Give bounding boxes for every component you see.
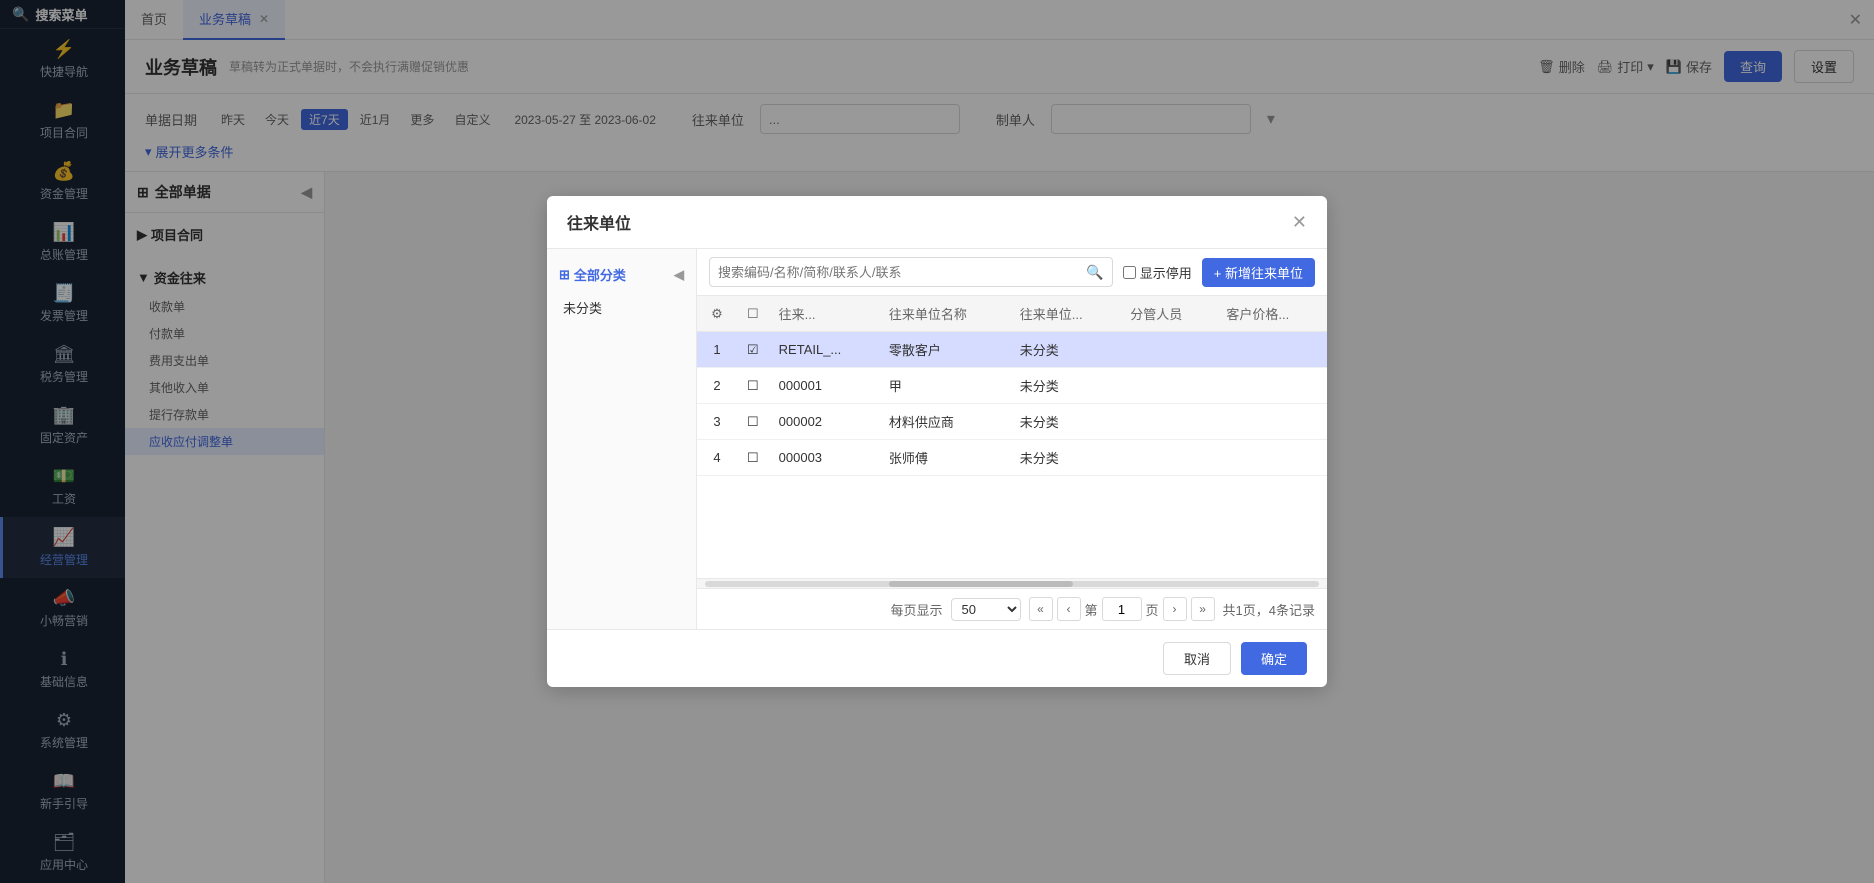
row-check[interactable]: ☐ — [737, 368, 769, 404]
row-seq: 1 — [697, 332, 737, 368]
prev-page-button[interactable]: ‹ — [1057, 597, 1081, 621]
modal-table: ⚙ ☐ 往来... 往来单位名称 往来单位... 分管人员 客户价格... — [697, 296, 1327, 578]
row-name: 材料供应商 — [879, 404, 1010, 440]
col-check-header[interactable]: ☐ — [737, 296, 769, 332]
modal-sidebar: ⊞ 全部分类 ◀ 未分类 — [547, 249, 697, 629]
modal-sidebar-title: 全部分类 — [574, 265, 626, 284]
modal-search-box: 🔍 — [709, 257, 1113, 287]
page-size-select[interactable]: 50 100 — [951, 598, 1021, 621]
modal-close-icon[interactable]: ✕ — [1292, 212, 1307, 233]
row-seq: 2 — [697, 368, 737, 404]
next-page-button[interactable]: › — [1163, 597, 1187, 621]
page-number-input[interactable] — [1102, 597, 1142, 621]
scrollbar-track — [705, 581, 1319, 587]
row-category: 未分类 — [1010, 368, 1121, 404]
row-code: 000001 — [769, 368, 879, 404]
modal-overlay: 往来单位 ✕ ⊞ 全部分类 ◀ 未分类 🔍 — [0, 0, 1874, 883]
row-name: 张师傅 — [879, 440, 1010, 476]
show-disabled-label: 显示停用 — [1140, 263, 1192, 282]
page-size-label: 每页显示 — [890, 600, 942, 619]
modal-toolbar: 🔍 显示停用 + 新增往来单位 — [697, 249, 1327, 296]
row-check[interactable]: ☐ — [737, 404, 769, 440]
grid-icon-modal: ⊞ — [559, 267, 570, 283]
row-code: 000002 — [769, 404, 879, 440]
modal-sidebar-header: ⊞ 全部分类 ◀ — [547, 257, 696, 292]
show-disabled-checkbox[interactable] — [1123, 266, 1136, 279]
row-name: 零散客户 — [879, 332, 1010, 368]
row-code: 000003 — [769, 440, 879, 476]
row-check[interactable]: ☑ — [737, 332, 769, 368]
row-manager — [1120, 332, 1216, 368]
cancel-button[interactable]: 取消 — [1163, 642, 1231, 675]
add-unit-button[interactable]: + 新增往来单位 — [1202, 258, 1315, 287]
table-row[interactable]: 4 ☐ 000003 张师傅 未分类 — [697, 440, 1327, 476]
row-price — [1216, 332, 1327, 368]
row-category: 未分类 — [1010, 404, 1121, 440]
page-num-label: 第 — [1085, 600, 1098, 619]
row-seq: 4 — [697, 440, 737, 476]
col-code-header: 往来... — [769, 296, 879, 332]
row-manager — [1120, 404, 1216, 440]
modal-search-input[interactable] — [718, 265, 1080, 280]
row-code: RETAIL_... — [769, 332, 879, 368]
modal-sidebar-item-uncategorized[interactable]: 未分类 — [547, 292, 696, 323]
row-check[interactable]: ☐ — [737, 440, 769, 476]
last-page-button[interactable]: » — [1191, 597, 1215, 621]
modal-sidebar-collapse-icon[interactable]: ◀ — [674, 267, 684, 283]
row-price — [1216, 404, 1327, 440]
page-label: 页 — [1146, 600, 1159, 619]
modal-dialog: 往来单位 ✕ ⊞ 全部分类 ◀ 未分类 🔍 — [547, 196, 1327, 687]
row-category: 未分类 — [1010, 440, 1121, 476]
col-settings-header[interactable]: ⚙ — [697, 296, 737, 332]
table-row[interactable]: 3 ☐ 000002 材料供应商 未分类 — [697, 404, 1327, 440]
row-price — [1216, 368, 1327, 404]
modal-body: ⊞ 全部分类 ◀ 未分类 🔍 显示停用 — [547, 249, 1327, 629]
col-name-header: 往来单位名称 — [879, 296, 1010, 332]
row-manager — [1120, 440, 1216, 476]
confirm-button[interactable]: 确定 — [1241, 642, 1307, 675]
table-row[interactable]: 1 ☑ RETAIL_... 零散客户 未分类 — [697, 332, 1327, 368]
first-page-button[interactable]: « — [1029, 597, 1053, 621]
row-name: 甲 — [879, 368, 1010, 404]
table-header-row: ⚙ ☐ 往来... 往来单位名称 往来单位... 分管人员 客户价格... — [697, 296, 1327, 332]
search-icon-modal: 🔍 — [1086, 264, 1103, 281]
row-price — [1216, 440, 1327, 476]
row-manager — [1120, 368, 1216, 404]
modal-main: 🔍 显示停用 + 新增往来单位 ⚙ ☐ — [697, 249, 1327, 629]
pagination-controls: « ‹ 第 页 › » — [1029, 597, 1215, 621]
table-row[interactable]: 2 ☐ 000001 甲 未分类 — [697, 368, 1327, 404]
col-manager-header: 分管人员 — [1120, 296, 1216, 332]
show-disabled-checkbox-label[interactable]: 显示停用 — [1123, 263, 1192, 282]
units-table: ⚙ ☐ 往来... 往来单位名称 往来单位... 分管人员 客户价格... — [697, 296, 1327, 476]
page-total-info: 共1页，4条记录 — [1223, 600, 1315, 619]
modal-scrollbar[interactable] — [697, 578, 1327, 588]
modal-pagination: 每页显示 50 100 « ‹ 第 页 › » 共1页，4条记录 — [697, 588, 1327, 629]
col-category-header: 往来单位... — [1010, 296, 1121, 332]
scrollbar-thumb[interactable] — [889, 581, 1073, 587]
modal-title: 往来单位 — [567, 210, 631, 234]
col-price-header: 客户价格... — [1216, 296, 1327, 332]
row-seq: 3 — [697, 404, 737, 440]
row-category: 未分类 — [1010, 332, 1121, 368]
modal-header: 往来单位 ✕ — [547, 196, 1327, 249]
modal-footer: 取消 确定 — [547, 629, 1327, 687]
